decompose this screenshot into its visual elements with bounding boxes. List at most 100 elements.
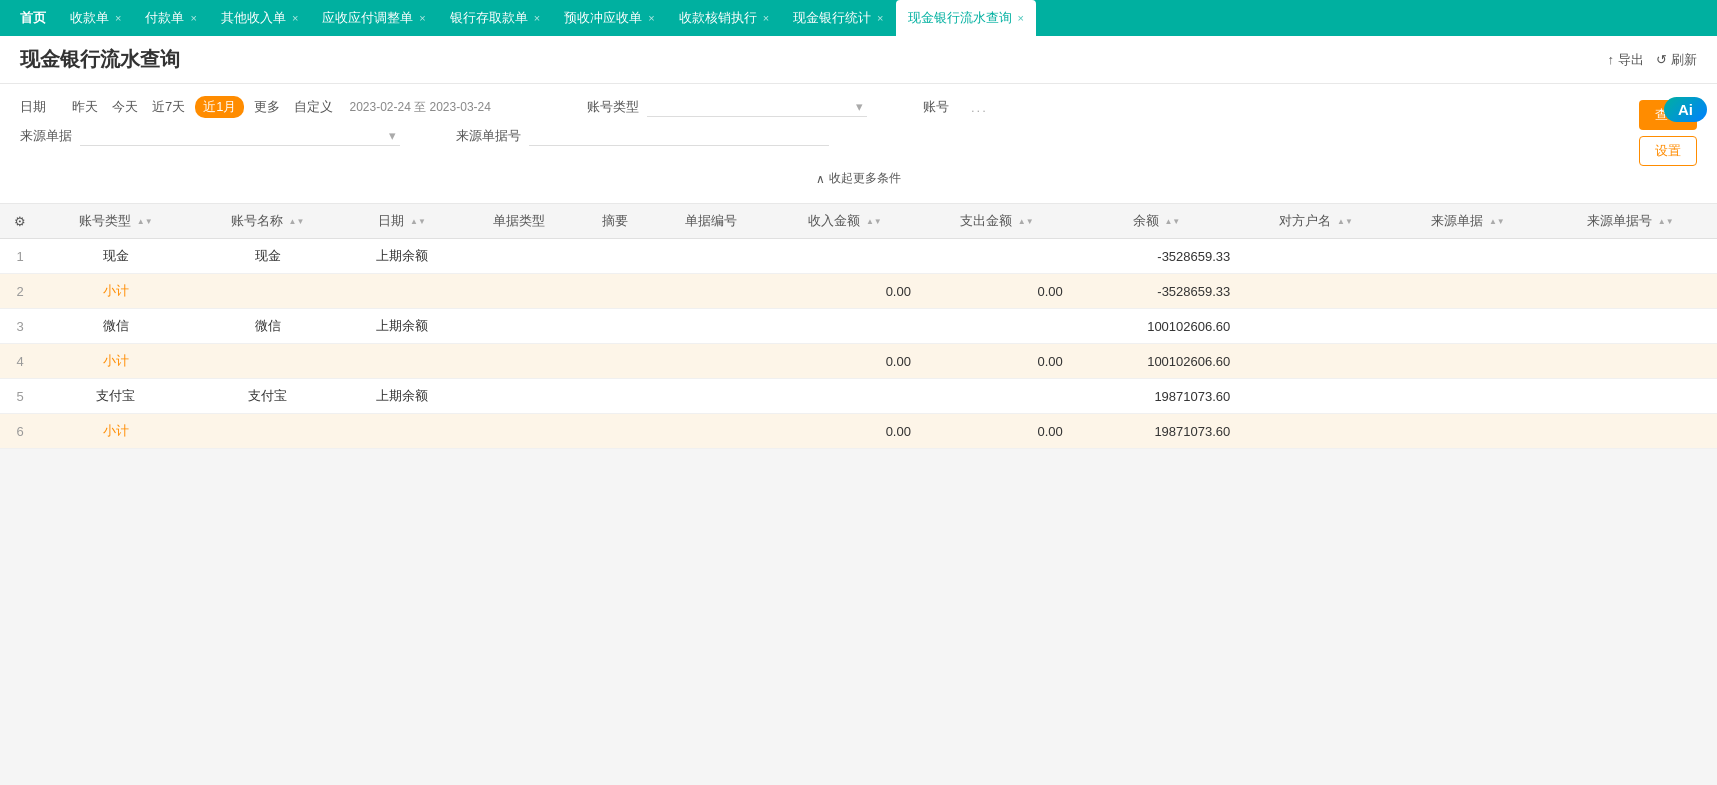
cell-counterpart (1240, 344, 1392, 379)
shortcut-yesterday[interactable]: 昨天 (68, 97, 102, 117)
nav-item-prepay-offset[interactable]: 预收冲应收单 × (552, 0, 666, 36)
cell-income: 0.00 (769, 414, 921, 449)
shortcut-7days[interactable]: 近7天 (148, 97, 189, 117)
col-source-doc-no[interactable]: 来源单据号 ▲▼ (1544, 204, 1717, 239)
cell-account-name: 现金 (192, 239, 344, 274)
nav-prepay-close[interactable]: × (648, 12, 654, 24)
source-doc-filter-group: 来源单据 ▾ (20, 126, 400, 146)
nav-item-cash-stat[interactable]: 现金银行统计 × (781, 0, 895, 36)
nav-item-cash-flow[interactable]: 现金银行流水查询 × (896, 0, 1036, 36)
shortcut-1month[interactable]: 近1月 (195, 96, 244, 118)
col-source-doc[interactable]: 来源单据 ▲▼ (1392, 204, 1544, 239)
col-account-type-label: 账号类型 (79, 213, 131, 228)
cell-summary (578, 414, 653, 449)
nav-cash-stat-close[interactable]: × (877, 12, 883, 24)
date-label: 日期 (20, 98, 60, 116)
nav-verify-close[interactable]: × (763, 12, 769, 24)
cell-account-name (192, 344, 344, 379)
cell-account-type: 小计 (40, 344, 192, 379)
header-actions: ↑ 导出 ↺ 刷新 (1608, 51, 1698, 69)
cell-date (344, 344, 461, 379)
sort-balance-icon: ▲▼ (1164, 218, 1180, 226)
cell-source-doc (1392, 239, 1544, 274)
filter-row-1: 日期 昨天 今天 近7天 近1月 更多 自定义 2023-02-24 至 202… (20, 96, 1619, 118)
date-shortcuts: 昨天 今天 近7天 近1月 更多 自定义 (68, 96, 337, 118)
sort-source-doc-icon: ▲▼ (1489, 218, 1505, 226)
source-doc-select[interactable]: ▾ (80, 126, 400, 146)
cell-counterpart (1240, 414, 1392, 449)
cell-counterpart (1240, 379, 1392, 414)
cell-source-doc-no (1544, 344, 1717, 379)
cell-balance: 19871073.60 (1073, 379, 1241, 414)
row-number: 6 (0, 414, 40, 449)
cell-source-doc (1392, 309, 1544, 344)
nav-other-income-label: 其他收入单 (221, 9, 286, 27)
col-date[interactable]: 日期 ▲▼ (344, 204, 461, 239)
col-income-label: 收入金额 (808, 213, 860, 228)
shortcut-today[interactable]: 今天 (108, 97, 142, 117)
cell-source-doc-no (1544, 274, 1717, 309)
nav-item-receipt[interactable]: 收款单 × (58, 0, 133, 36)
cell-expense: 0.00 (921, 274, 1073, 309)
col-expense[interactable]: 支出金额 ▲▼ (921, 204, 1073, 239)
col-gear[interactable]: ⚙ (0, 204, 40, 239)
nav-verify-label: 收款核销执行 (679, 9, 757, 27)
source-doc-no-input[interactable] (529, 126, 829, 146)
col-balance[interactable]: 余额 ▲▼ (1073, 204, 1241, 239)
col-doc-type: 单据类型 (461, 204, 578, 239)
account-more-dots[interactable]: ... (971, 100, 988, 115)
col-doc-no: 单据编号 (652, 204, 769, 239)
table-row: 1现金现金上期余额-3528659.33 (0, 239, 1717, 274)
col-source-doc-label: 来源单据 (1431, 213, 1483, 228)
nav-item-bank-deposit[interactable]: 银行存取款单 × (438, 0, 552, 36)
nav-item-other-income[interactable]: 其他收入单 × (209, 0, 310, 36)
nav-cash-flow-close[interactable]: × (1018, 12, 1024, 24)
nav-item-verify-exec[interactable]: 收款核销执行 × (667, 0, 781, 36)
cell-account-type: 小计 (40, 414, 192, 449)
cell-account-type: 支付宝 (40, 379, 192, 414)
cell-date (344, 274, 461, 309)
nav-ar-ap-close[interactable]: × (419, 12, 425, 24)
collapse-arrow-icon: ∧ (816, 172, 825, 186)
export-button[interactable]: ↑ 导出 (1608, 51, 1645, 69)
nav-item-payment[interactable]: 付款单 × (133, 0, 208, 36)
refresh-button[interactable]: ↺ 刷新 (1656, 51, 1697, 69)
cell-balance: -3528659.33 (1073, 239, 1241, 274)
cell-source-doc (1392, 274, 1544, 309)
nav-payment-close[interactable]: × (190, 12, 196, 24)
col-account-type[interactable]: 账号类型 ▲▼ (40, 204, 192, 239)
col-income[interactable]: 收入金额 ▲▼ (769, 204, 921, 239)
collapse-label: 收起更多条件 (829, 170, 901, 187)
account-type-filter-group: 账号类型 ▾ (587, 97, 867, 117)
cell-income (769, 379, 921, 414)
nav-receipt-close[interactable]: × (115, 12, 121, 24)
cell-date (344, 414, 461, 449)
sort-date-icon: ▲▼ (410, 218, 426, 226)
col-expense-label: 支出金额 (960, 213, 1012, 228)
account-type-select[interactable]: ▾ (647, 97, 867, 117)
account-filter-group: 账号 ... (923, 98, 988, 116)
col-counterpart-label: 对方户名 (1279, 213, 1331, 228)
nav-item-home[interactable]: 首页 (8, 0, 58, 36)
nav-bank-deposit-close[interactable]: × (534, 12, 540, 24)
cell-account-name: 支付宝 (192, 379, 344, 414)
nav-item-ar-ap-adjust[interactable]: 应收应付调整单 × (310, 0, 437, 36)
col-account-name[interactable]: 账号名称 ▲▼ (192, 204, 344, 239)
cell-doc-no (652, 379, 769, 414)
shortcut-more[interactable]: 更多 (250, 97, 284, 117)
collapse-bar[interactable]: ∧ 收起更多条件 (20, 166, 1697, 195)
cell-doc-type (461, 379, 578, 414)
settings-button[interactable]: 设置 (1639, 136, 1697, 166)
source-doc-label: 来源单据 (20, 127, 72, 145)
nav-other-income-close[interactable]: × (292, 12, 298, 24)
col-counterpart[interactable]: 对方户名 ▲▼ (1240, 204, 1392, 239)
cell-summary (578, 344, 653, 379)
cell-doc-type (461, 344, 578, 379)
nav-payment-label: 付款单 (145, 9, 184, 27)
shortcut-custom[interactable]: 自定义 (290, 97, 337, 117)
ai-badge[interactable]: Ai (1664, 97, 1707, 122)
cell-expense (921, 309, 1073, 344)
row-number: 3 (0, 309, 40, 344)
account-type-chevron-icon: ▾ (856, 99, 863, 114)
nav-bank-deposit-label: 银行存取款单 (450, 9, 528, 27)
